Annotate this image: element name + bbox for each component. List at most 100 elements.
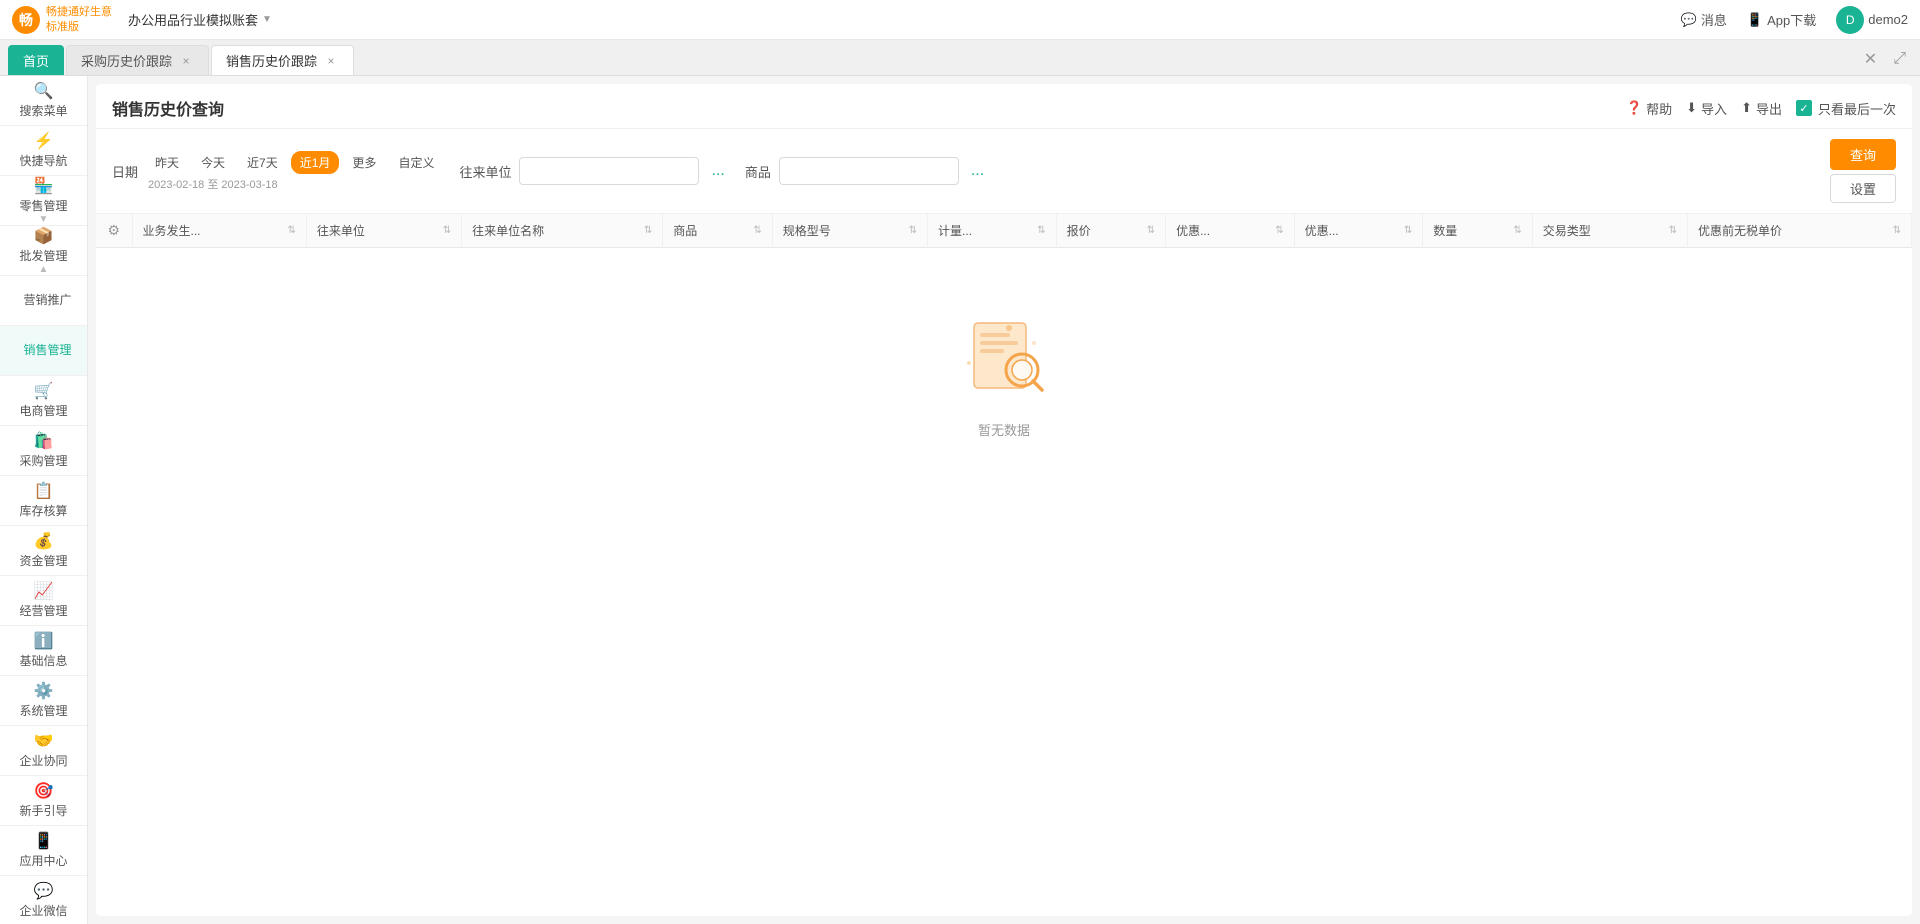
sidebar-item-inventory[interactable]: 📋 库存核算 (0, 476, 87, 526)
sidebar-item-operations[interactable]: 📈 经营管理 (0, 576, 87, 626)
sort-icon: ⇅ (1513, 225, 1521, 236)
export-btn[interactable]: ⬆ 导出 (1741, 99, 1782, 118)
logo-text: 畅捷通好生意 标准版 (46, 5, 112, 34)
sidebar: 🔍 搜索菜单 ⚡ 快捷导航 🏪 零售管理 ▼ 📦 批发管理 ▲ 营销推广 销售管… (0, 76, 88, 924)
date-filter-group: 日期 昨天 今天 近7天 近1月 更多 自定义 2023-02-18 至 202… (112, 151, 443, 192)
sidebar-item-purchase-mgmt[interactable]: 🛍️ 采购管理 (0, 426, 87, 476)
sidebar-item-wholesale[interactable]: 📦 批发管理 ▲ (0, 226, 87, 276)
sidebar-item-shortcut[interactable]: ⚡ 快捷导航 (0, 126, 87, 176)
purchase-icon: 🛍️ (34, 431, 54, 451)
main-layout: 🔍 搜索菜单 ⚡ 快捷导航 🏪 零售管理 ▼ 📦 批发管理 ▲ 营销推广 销售管… (0, 76, 1920, 924)
header-left: 畅 畅捷通好生意 标准版 办公用品行业模拟账套 ▼ (12, 5, 280, 34)
chevron-up-icon: ▲ (39, 264, 49, 275)
col-unit[interactable]: 计量... ⇅ (927, 214, 1056, 248)
tab-sales[interactable]: 销售历史价跟踪 × (211, 45, 354, 75)
sidebar-item-marketing[interactable]: 营销推广 (0, 276, 87, 326)
sidebar-item-retail[interactable]: 🏪 零售管理 ▼ (0, 176, 87, 226)
user-action[interactable]: D demo2 (1836, 6, 1908, 34)
home-tab-label: 首页 (23, 51, 49, 70)
col-unit-code[interactable]: 往来单位 ⇅ (306, 214, 461, 248)
search-icon: 🔍 (34, 81, 54, 101)
incoming-unit-input[interactable] (519, 157, 699, 185)
filter-right: 查询 设置 (1830, 139, 1896, 203)
retail-icon: 🏪 (34, 176, 54, 196)
col-biz-date[interactable]: 业务发生... ⇅ (132, 214, 306, 248)
purchase-tab-close[interactable]: × (178, 53, 194, 69)
finance-icon: 💰 (34, 531, 54, 551)
close-window-btn[interactable]: ✕ (1860, 47, 1881, 71)
sidebar-item-wechat[interactable]: 💬 企业微信 (0, 876, 87, 924)
col-discount1[interactable]: 优惠... ⇅ (1166, 214, 1295, 248)
tab-home[interactable]: 首页 (8, 45, 64, 75)
sales-tab-label: 销售历史价跟踪 (226, 51, 317, 70)
col-pretax-price[interactable]: 优惠前无税单价 ⇅ (1688, 214, 1912, 248)
logo-icon: 畅 (12, 6, 40, 34)
logo-area: 畅 畅捷通好生意 标准版 (12, 5, 112, 34)
col-goods[interactable]: 商品 ⇅ (663, 214, 773, 248)
ecommerce-icon: 🛒 (34, 381, 54, 401)
sales-tab-close[interactable]: × (323, 53, 339, 69)
sidebar-item-app-center[interactable]: 📱 应用中心 (0, 826, 87, 876)
col-discount2[interactable]: 优惠... ⇅ (1294, 214, 1423, 248)
sidebar-item-guide[interactable]: 🎯 新手引导 (0, 776, 87, 826)
import-btn[interactable]: ⬇ 导入 (1686, 99, 1727, 118)
message-icon: 💬 (1681, 12, 1697, 28)
operations-icon: 📈 (34, 581, 54, 601)
app-download-action[interactable]: 📱 App下载 (1747, 10, 1816, 29)
maximize-window-btn[interactable]: ⤢ (1889, 48, 1910, 70)
incoming-unit-dots[interactable]: ... (707, 162, 728, 180)
only-last-checkbox[interactable]: ✓ (1796, 100, 1812, 116)
date-btn-more[interactable]: 更多 (343, 151, 385, 174)
wechat-icon: 💬 (34, 881, 54, 901)
col-quantity[interactable]: 数量 ⇅ (1423, 214, 1533, 248)
sidebar-item-enterprise[interactable]: 🤝 企业协同 (0, 726, 87, 776)
export-icon: ⬆ (1741, 100, 1752, 116)
app-selector[interactable]: 办公用品行业模拟账套 ▼ (120, 6, 280, 33)
col-unit-name[interactable]: 往来单位名称 ⇅ (462, 214, 663, 248)
chevron-down-icon: ▼ (262, 14, 272, 25)
message-action[interactable]: 💬 消息 (1681, 10, 1727, 29)
date-btn-custom[interactable]: 自定义 (389, 151, 443, 174)
help-btn[interactable]: ❓ 帮助 (1626, 99, 1672, 118)
tab-bar: 首页 采购历史价跟踪 × 销售历史价跟踪 × ✕ ⤢ (0, 40, 1920, 76)
sidebar-item-ecommerce[interactable]: 🛒 电商管理 (0, 376, 87, 426)
sidebar-item-sales-mgmt[interactable]: 销售管理 (0, 326, 87, 376)
guide-icon: 🎯 (34, 781, 54, 801)
shortcut-icon: ⚡ (34, 131, 54, 151)
sort-icon: ⇅ (1275, 225, 1283, 236)
goods-input[interactable] (779, 157, 959, 185)
date-range-container: 昨天 今天 近7天 近1月 更多 自定义 2023-02-18 至 2023-0… (146, 151, 443, 192)
date-btn-last7[interactable]: 近7天 (238, 151, 287, 174)
sidebar-item-system[interactable]: ⚙️ 系统管理 (0, 676, 87, 726)
col-quote[interactable]: 报价 ⇅ (1056, 214, 1166, 248)
chevron-down-icon: ▼ (39, 214, 49, 225)
only-last-checkbox-area[interactable]: ✓ 只看最后一次 (1796, 99, 1896, 118)
query-button[interactable]: 查询 (1830, 139, 1896, 170)
sidebar-item-search[interactable]: 🔍 搜索菜单 (0, 76, 87, 126)
sidebar-item-basic[interactable]: ℹ️ 基础信息 (0, 626, 87, 676)
sort-icon: ⇅ (1404, 225, 1412, 236)
gear-icon[interactable]: ⚙ (107, 222, 120, 238)
col-spec[interactable]: 规格型号 ⇅ (772, 214, 927, 248)
date-btn-today[interactable]: 今天 (192, 151, 234, 174)
date-btn-last1m[interactable]: 近1月 (291, 151, 340, 174)
date-range-text: 2023-02-18 至 2023-03-18 (146, 176, 443, 192)
goods-dots[interactable]: ... (967, 162, 988, 180)
empty-text: 暂无数据 (978, 420, 1030, 439)
filter-bar: 日期 昨天 今天 近7天 近1月 更多 自定义 2023-02-18 至 202… (96, 129, 1912, 214)
col-trade-type[interactable]: 交易类型 ⇅ (1532, 214, 1687, 248)
sort-icon: ⇅ (1147, 225, 1155, 236)
header-right: 💬 消息 📱 App下载 D demo2 (1681, 6, 1908, 34)
date-btn-yesterday[interactable]: 昨天 (146, 151, 188, 174)
date-buttons: 昨天 今天 近7天 近1月 更多 自定义 (146, 151, 443, 174)
sort-icon: ⇅ (909, 225, 917, 236)
tab-purchase[interactable]: 采购历史价跟踪 × (66, 45, 209, 75)
col-settings[interactable]: ⚙ (96, 214, 132, 248)
sidebar-item-finance[interactable]: 💰 资金管理 (0, 526, 87, 576)
empty-state: 暂无数据 (96, 248, 1912, 499)
basic-info-icon: ℹ️ (34, 631, 54, 651)
page-header: 销售历史价查询 ❓ 帮助 ⬇ 导入 ⬆ 导出 ✓ (96, 84, 1912, 129)
avatar: D (1836, 6, 1864, 34)
settings-button[interactable]: 设置 (1830, 174, 1896, 203)
sort-icon: ⇅ (287, 225, 295, 236)
